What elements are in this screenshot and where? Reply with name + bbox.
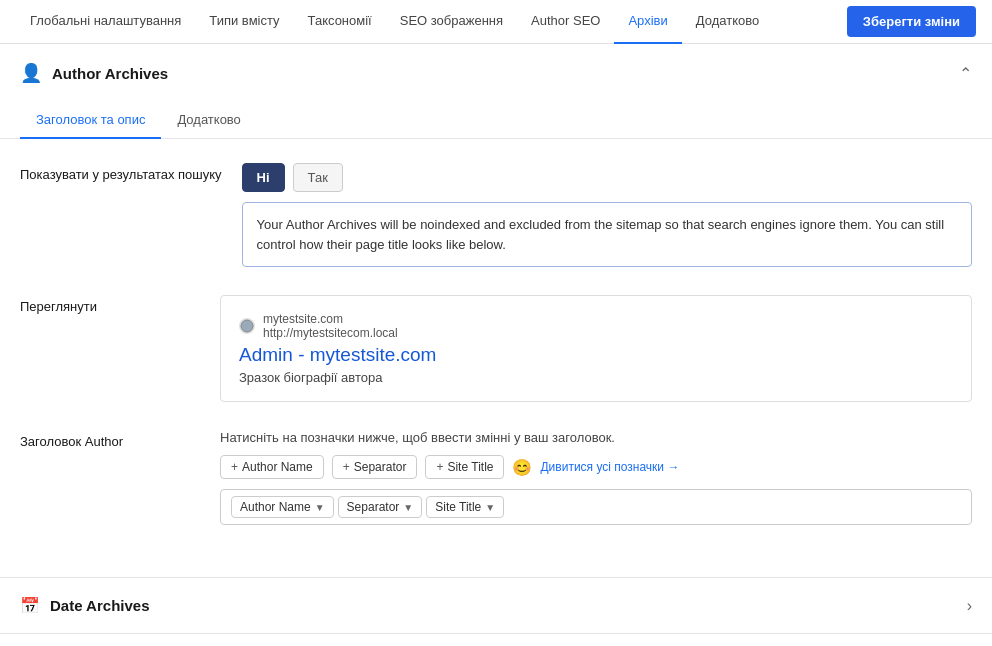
date-archives-section: 📅 Date Archives › (0, 578, 992, 634)
main-content: 👤 Author Archives ⌃ Заголовок та опис До… (0, 44, 992, 646)
tag-author-name[interactable]: + Author Name (220, 455, 324, 479)
chevron-right-icon: › (967, 597, 972, 615)
preview-site-name: mytestsite.com (263, 312, 398, 326)
tags-row: + Author Name + Separator + Site Title 😊 (220, 455, 972, 479)
preview-url: http://mytestsitecom.local (263, 326, 398, 340)
person-icon: 👤 (20, 62, 42, 84)
token-chevron-2: ▼ (403, 502, 413, 513)
nav-author-seo[interactable]: Author SEO (517, 0, 614, 44)
date-archives-left: 📅 Date Archives (20, 596, 150, 615)
preview-title: Admin - mytestsite.com (239, 344, 953, 366)
tab-additional[interactable]: Додатково (161, 102, 256, 139)
noindex-info-box: Your Author Archives will be noindexed a… (242, 202, 972, 267)
save-button[interactable]: Зберегти зміни (847, 6, 976, 37)
tab-title-desc[interactable]: Заголовок та опис (20, 102, 161, 139)
nav-seo-images[interactable]: SEO зображення (386, 0, 517, 44)
emoji-icon[interactable]: 😊 (512, 458, 532, 477)
plus-icon-3: + (436, 460, 443, 474)
view-all-tags-link[interactable]: Дивитися усі позначки → (540, 460, 679, 474)
top-navigation: Глобальні налаштування Типи вмісту Таксо… (0, 0, 992, 44)
toggle-hi-button[interactable]: Hi (242, 163, 285, 192)
calendar-icon: 📅 (20, 596, 40, 615)
token-separator-label: Separator (347, 500, 400, 514)
token-separator[interactable]: Separator ▼ (338, 496, 423, 518)
author-archives-body: Показувати у результатах пошуку Hi Так Y… (0, 139, 992, 577)
show-in-search-label: Показувати у результатах пошуку (20, 163, 222, 182)
preview-box: mytestsite.com http://mytestsitecom.loca… (220, 295, 972, 402)
plus-icon: + (231, 460, 238, 474)
chevron-up-icon: ⌃ (959, 64, 972, 83)
token-chevron-1: ▼ (315, 502, 325, 513)
token-site-title[interactable]: Site Title ▼ (426, 496, 504, 518)
tag-separator[interactable]: + Separator (332, 455, 418, 479)
title-tokens-input[interactable]: Author Name ▼ Separator ▼ Site Title ▼ (220, 489, 972, 525)
toggle-yes-button[interactable]: Так (293, 163, 343, 192)
tag-site-title-label: Site Title (447, 460, 493, 474)
token-author-name[interactable]: Author Name ▼ (231, 496, 334, 518)
preview-site-row: mytestsite.com http://mytestsitecom.loca… (239, 312, 953, 340)
svg-point-0 (241, 320, 253, 332)
author-archives-header-left: 👤 Author Archives (20, 62, 168, 84)
search-page-header[interactable]: 🔍 Search Page › (0, 634, 992, 646)
plus-icon-2: + (343, 460, 350, 474)
search-page-section: 🔍 Search Page › (0, 634, 992, 646)
author-title-content: Натисніть на позначки нижче, щоб ввести … (220, 430, 972, 525)
date-archives-title: Date Archives (50, 597, 150, 614)
author-title-instruction: Натисніть на позначки нижче, щоб ввести … (220, 430, 972, 445)
sub-tabs: Заголовок та опис Додатково (0, 102, 992, 139)
author-archives-header[interactable]: 👤 Author Archives ⌃ (0, 44, 992, 102)
preview-description: Зразок біографії автора (239, 370, 953, 385)
author-title-label: Заголовок Author (20, 430, 200, 449)
preview-row: Переглянути mytestsite.com http://mytest… (20, 295, 972, 402)
show-in-search-row: Показувати у результатах пошуку Hi Так Y… (20, 163, 972, 267)
preview-site-info: mytestsite.com http://mytestsitecom.loca… (263, 312, 398, 340)
nav-items: Глобальні налаштування Типи вмісту Таксо… (16, 0, 847, 44)
token-chevron-3: ▼ (485, 502, 495, 513)
preview-favicon (239, 318, 255, 334)
tag-site-title[interactable]: + Site Title (425, 455, 504, 479)
date-archives-header[interactable]: 📅 Date Archives › (0, 578, 992, 633)
toggle-group: Hi Так (242, 163, 972, 192)
author-archives-title: Author Archives (52, 65, 168, 82)
nav-taxonomies[interactable]: Таксономії (294, 0, 386, 44)
author-archives-section: 👤 Author Archives ⌃ Заголовок та опис До… (0, 44, 992, 578)
nav-archives[interactable]: Архіви (614, 0, 681, 44)
token-site-title-label: Site Title (435, 500, 481, 514)
preview-content: mytestsite.com http://mytestsitecom.loca… (220, 295, 972, 402)
show-in-search-content: Hi Так Your Author Archives will be noin… (242, 163, 972, 267)
token-author-name-label: Author Name (240, 500, 311, 514)
author-title-row: Заголовок Author Натисніть на позначки н… (20, 430, 972, 525)
tag-author-name-label: Author Name (242, 460, 313, 474)
tag-separator-label: Separator (354, 460, 407, 474)
nav-content-types[interactable]: Типи вмісту (195, 0, 293, 44)
nav-global[interactable]: Глобальні налаштування (16, 0, 195, 44)
nav-additional[interactable]: Додатково (682, 0, 773, 44)
preview-label: Переглянути (20, 295, 200, 314)
